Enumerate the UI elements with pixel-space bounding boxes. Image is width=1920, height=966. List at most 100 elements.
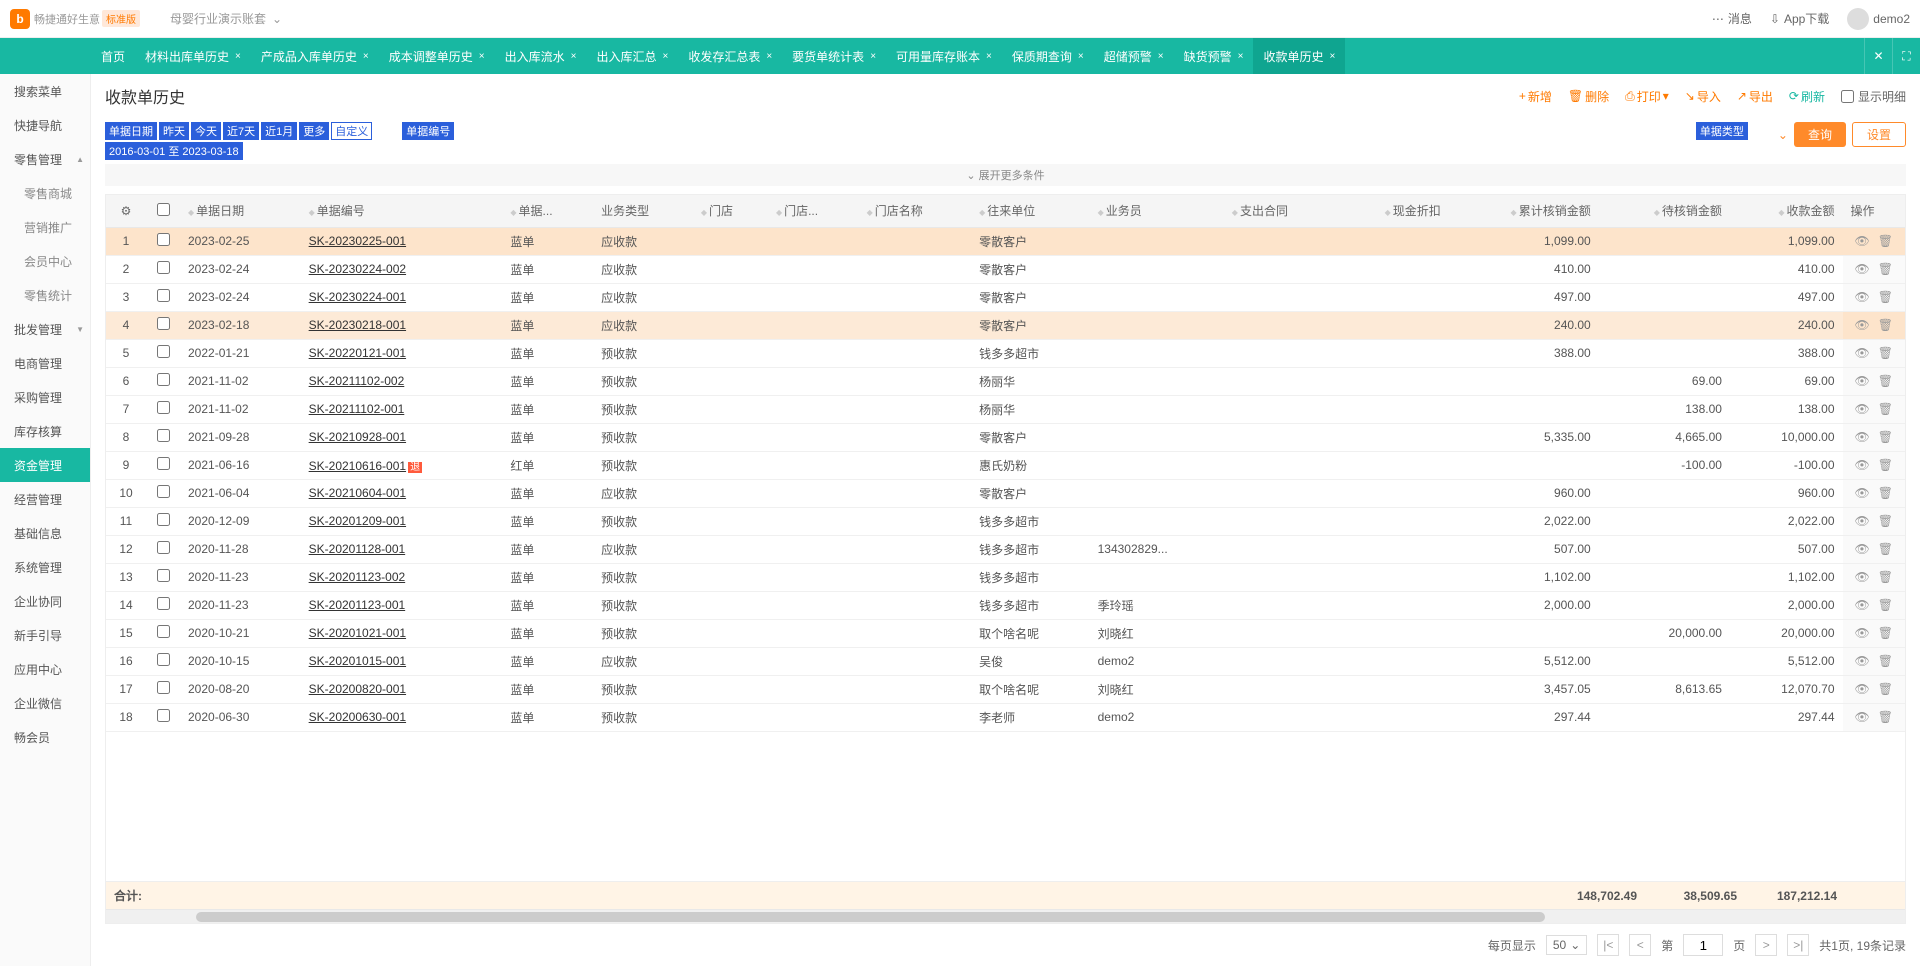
sidebar-item[interactable]: 企业协同 bbox=[0, 584, 90, 618]
delete-icon[interactable]: 🗑 bbox=[1878, 654, 1893, 668]
delete-icon[interactable]: 🗑 bbox=[1878, 290, 1893, 304]
docno-link[interactable]: SK-20201021-001 bbox=[309, 626, 406, 640]
sidebar-item[interactable]: 零售商城 bbox=[0, 176, 90, 210]
sidebar-item[interactable]: 资金管理 bbox=[0, 448, 90, 482]
row-checkbox[interactable] bbox=[157, 373, 170, 386]
view-icon[interactable]: 👁 bbox=[1855, 346, 1870, 360]
sidebar-item[interactable]: 系统管理 bbox=[0, 550, 90, 584]
row-checkbox[interactable] bbox=[157, 485, 170, 498]
col-cashdisc[interactable]: ◆现金折扣 bbox=[1336, 195, 1449, 227]
tab-item[interactable]: 缺货预警× bbox=[1174, 38, 1254, 74]
close-icon[interactable]: × bbox=[363, 51, 369, 62]
view-icon[interactable]: 👁 bbox=[1855, 598, 1870, 612]
row-checkbox[interactable] bbox=[157, 625, 170, 638]
preset-7d[interactable]: 近7天 bbox=[223, 122, 259, 140]
user-menu[interactable]: demo2 bbox=[1847, 8, 1910, 30]
col-sales[interactable]: ◆业务员 bbox=[1090, 195, 1224, 227]
docno-link[interactable]: SK-20200820-001 bbox=[309, 682, 406, 696]
delete-icon[interactable]: 🗑 bbox=[1878, 598, 1893, 612]
view-icon[interactable]: 👁 bbox=[1855, 654, 1870, 668]
docno-link[interactable]: SK-20200630-001 bbox=[309, 710, 406, 724]
preset-today[interactable]: 今天 bbox=[191, 122, 221, 140]
table-row[interactable]: 122020-11-28SK-20201128-001蓝单应收款钱多多超市134… bbox=[106, 535, 1905, 563]
view-icon[interactable]: 👁 bbox=[1855, 234, 1870, 248]
row-checkbox[interactable] bbox=[157, 709, 170, 722]
row-checkbox[interactable] bbox=[157, 429, 170, 442]
docno-link[interactable]: SK-20201015-001 bbox=[309, 654, 406, 668]
delete-icon[interactable]: 🗑 bbox=[1878, 710, 1893, 724]
tab-item[interactable]: 保质期查询× bbox=[1002, 38, 1094, 74]
view-icon[interactable]: 👁 bbox=[1855, 570, 1870, 584]
sidebar-item[interactable]: 批发管理▼ bbox=[0, 312, 90, 346]
view-icon[interactable]: 👁 bbox=[1855, 318, 1870, 332]
col-contract[interactable]: ◆支出合同 bbox=[1224, 195, 1337, 227]
close-icon[interactable]: × bbox=[766, 51, 772, 62]
delete-icon[interactable]: 🗑 bbox=[1878, 262, 1893, 276]
sidebar-item[interactable]: 营销推广 bbox=[0, 210, 90, 244]
sidebar-item[interactable]: 零售统计 bbox=[0, 278, 90, 312]
table-row[interactable]: 112020-12-09SK-20201209-001蓝单预收款钱多多超市2,0… bbox=[106, 507, 1905, 535]
tab-item[interactable]: 收发存汇总表× bbox=[678, 38, 782, 74]
row-checkbox[interactable] bbox=[157, 233, 170, 246]
horizontal-scrollbar[interactable] bbox=[106, 909, 1905, 923]
docno-link[interactable]: SK-20230224-002 bbox=[309, 262, 406, 276]
delete-icon[interactable]: 🗑 bbox=[1878, 570, 1893, 584]
docno-link[interactable]: SK-20210616-001 bbox=[309, 459, 406, 473]
settings-button[interactable]: 设置 bbox=[1852, 122, 1906, 147]
delete-icon[interactable]: 🗑 bbox=[1878, 486, 1893, 500]
delete-icon[interactable]: 🗑 bbox=[1878, 374, 1893, 388]
docno-link[interactable]: SK-20210928-001 bbox=[309, 430, 406, 444]
table-row[interactable]: 162020-10-15SK-20201015-001蓝单应收款吴俊demo25… bbox=[106, 647, 1905, 675]
tab-item[interactable]: 成本调整单历史× bbox=[379, 38, 495, 74]
table-row[interactable]: 22023-02-24SK-20230224-002蓝单应收款零散客户410.0… bbox=[106, 255, 1905, 283]
sidebar-item[interactable]: 应用中心 bbox=[0, 652, 90, 686]
table-row[interactable]: 182020-06-30SK-20200630-001蓝单预收款李老师demo2… bbox=[106, 703, 1905, 731]
app-download-link[interactable]: ⇩App下载 bbox=[1770, 10, 1829, 27]
tab-item[interactable]: 超储预警× bbox=[1094, 38, 1174, 74]
col-party[interactable]: ◆往来单位 bbox=[971, 195, 1090, 227]
row-checkbox[interactable] bbox=[157, 653, 170, 666]
expand-conditions[interactable]: ⌄ 展开更多条件 bbox=[105, 164, 1906, 186]
delete-icon[interactable]: 🗑 bbox=[1878, 430, 1893, 444]
preset-more[interactable]: 更多 bbox=[299, 122, 329, 140]
close-icon[interactable]: × bbox=[1238, 51, 1244, 62]
table-row[interactable]: 92021-06-16SK-20210616-001退红单预收款惠氏奶粉-100… bbox=[106, 451, 1905, 479]
view-icon[interactable]: 👁 bbox=[1855, 514, 1870, 528]
docno-link[interactable]: SK-20201209-001 bbox=[309, 514, 406, 528]
view-icon[interactable]: 👁 bbox=[1855, 290, 1870, 304]
docno-link[interactable]: SK-20220121-001 bbox=[309, 346, 406, 360]
delete-icon[interactable]: 🗑 bbox=[1878, 542, 1893, 556]
page-input[interactable] bbox=[1683, 934, 1723, 956]
sidebar-item[interactable]: 会员中心 bbox=[0, 244, 90, 278]
docno-link[interactable]: SK-20230218-001 bbox=[309, 318, 406, 332]
col-storename[interactable]: ◆门店名称 bbox=[859, 195, 972, 227]
close-icon[interactable]: × bbox=[1329, 51, 1335, 62]
page-size-select[interactable]: 50 ⌄ bbox=[1546, 935, 1587, 955]
view-icon[interactable]: 👁 bbox=[1855, 486, 1870, 500]
docno-link[interactable]: SK-20210604-001 bbox=[309, 486, 406, 500]
next-page-button[interactable]: > bbox=[1755, 934, 1777, 956]
add-button[interactable]: + 新增 bbox=[1519, 88, 1552, 105]
delete-icon[interactable]: 🗑 bbox=[1878, 458, 1893, 472]
close-icon[interactable]: × bbox=[870, 51, 876, 62]
table-row[interactable]: 12023-02-25SK-20230225-001蓝单应收款零散客户1,099… bbox=[106, 227, 1905, 255]
docno-link[interactable]: SK-20201123-001 bbox=[309, 598, 406, 612]
preset-yesterday[interactable]: 昨天 bbox=[159, 122, 189, 140]
delete-icon[interactable]: 🗑 bbox=[1878, 626, 1893, 640]
view-icon[interactable]: 👁 bbox=[1855, 374, 1870, 388]
delete-icon[interactable]: 🗑 bbox=[1878, 318, 1893, 332]
col-docno[interactable]: ◆单据编号 bbox=[301, 195, 503, 227]
col-doctype[interactable]: ◆单据... bbox=[502, 195, 593, 227]
table-row[interactable]: 52022-01-21SK-20220121-001蓝单预收款钱多多超市388.… bbox=[106, 339, 1905, 367]
refresh-button[interactable]: ⟳ 刷新 bbox=[1789, 88, 1825, 105]
sidebar-item[interactable]: 搜索菜单 bbox=[0, 74, 90, 108]
view-icon[interactable]: 👁 bbox=[1855, 430, 1870, 444]
close-icon[interactable]: × bbox=[479, 51, 485, 62]
col-storec[interactable]: ◆门店... bbox=[768, 195, 859, 227]
col-pendwo[interactable]: ◆待核销金额 bbox=[1599, 195, 1730, 227]
delete-icon[interactable]: 🗑 bbox=[1878, 682, 1893, 696]
sidebar-item[interactable]: 库存核算 bbox=[0, 414, 90, 448]
close-icon[interactable]: × bbox=[986, 51, 992, 62]
row-checkbox[interactable] bbox=[157, 513, 170, 526]
table-row[interactable]: 82021-09-28SK-20210928-001蓝单预收款零散客户5,335… bbox=[106, 423, 1905, 451]
